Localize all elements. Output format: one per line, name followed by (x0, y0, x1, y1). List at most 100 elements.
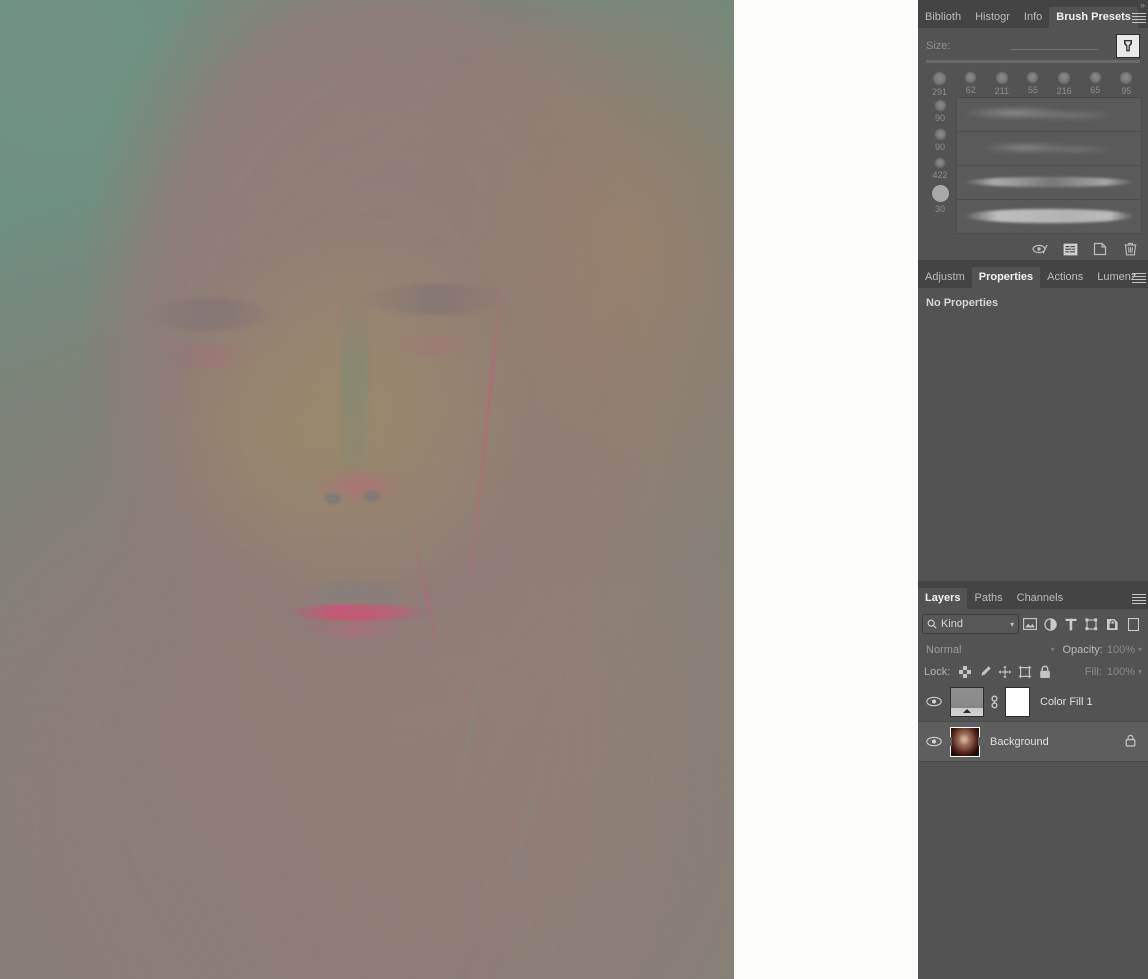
tab-properties[interactable]: Properties (971, 267, 1041, 288)
lock-all-icon[interactable] (1035, 663, 1055, 681)
brush-presets-panel: » Biblioth Histogr Info Brush Presets Si… (918, 0, 1148, 260)
layer-mask-thumbnail[interactable] (1005, 686, 1030, 717)
layer-kind-label: Kind (941, 618, 964, 630)
fill-value[interactable]: 100% (1107, 666, 1135, 678)
brush-size-label: Size: (926, 40, 951, 52)
brush-tip-size: 95 (1121, 86, 1132, 96)
lock-position-icon[interactable] (995, 663, 1015, 681)
filter-type-layers-icon[interactable] (1061, 615, 1082, 633)
tab-histogram[interactable]: Histogr (968, 7, 1017, 28)
layer-thumbnail[interactable] (950, 686, 984, 717)
layer-locked-icon (1125, 734, 1136, 750)
filter-adjustment-layers-icon[interactable] (1040, 615, 1061, 633)
layer-thumbnails[interactable] (950, 686, 1030, 717)
brush-tip-item[interactable]: 211 (986, 69, 1017, 97)
brush-stroke-size: 90 (934, 113, 945, 123)
layer-visibility-toggle[interactable] (918, 736, 950, 747)
hamburger-menu-icon[interactable] (1132, 11, 1146, 25)
chevron-down-icon[interactable]: ▾ (1138, 667, 1142, 676)
brush-tip-size: 62 (965, 85, 976, 95)
preset-manager-icon[interactable] (1062, 241, 1078, 257)
layer-row-color-fill[interactable]: Color Fill 1 (918, 682, 1148, 722)
brush-tip-size: 55 (1027, 85, 1038, 95)
tab-adjustments[interactable]: Adjustm (918, 267, 972, 288)
properties-panel: Adjustm Properties Actions Lumenz No Pro… (918, 260, 1148, 581)
brush-panel-footer (918, 238, 1148, 260)
lock-image-pixels-icon[interactable] (975, 663, 995, 681)
brush-stroke-list: 90 90 422 30 (918, 97, 1148, 238)
no-properties-message: No Properties (926, 297, 999, 309)
brush-size-slider[interactable] (918, 58, 1148, 69)
tab-actions[interactable]: Actions (1040, 267, 1090, 288)
hamburger-menu-icon[interactable] (1132, 271, 1146, 285)
brush-tip-grid: 291 62 211 55 216 65 95 (918, 69, 1148, 97)
brush-panel-tabbar: » Biblioth Histogr Info Brush Presets (918, 0, 1148, 28)
brush-tip-item[interactable]: 65 (1080, 69, 1111, 97)
layer-visibility-toggle[interactable] (918, 696, 950, 707)
brush-stroke-preview[interactable] (957, 132, 1141, 166)
blend-mode-select[interactable]: Normal ▾ (922, 641, 1058, 658)
brush-stroke-size: 30 (934, 204, 945, 214)
layer-thumbnail[interactable] (950, 726, 980, 757)
brush-stroke-previews (956, 97, 1142, 234)
filter-smart-object-icon[interactable] (1102, 615, 1123, 633)
properties-body: No Properties (918, 288, 1148, 581)
new-brush-preset-icon[interactable] (1092, 241, 1108, 257)
brush-size-input[interactable] (956, 39, 1116, 53)
chevron-down-icon[interactable]: ▾ (1050, 645, 1054, 654)
document-area (0, 0, 918, 979)
brush-tip-size: 211 (994, 86, 1010, 96)
opacity-label: Opacity: (1062, 643, 1103, 656)
brush-stroke-item[interactable]: 90 (924, 123, 956, 152)
layer-thumbnails[interactable] (950, 726, 980, 757)
image-canvas[interactable] (0, 0, 734, 979)
layer-filter-row: Kind ▾ (918, 609, 1148, 638)
layers-panel-tabbar: Layers Paths Channels (918, 581, 1148, 609)
tab-layers[interactable]: Layers (918, 588, 968, 609)
brush-stroke-item[interactable]: 90 (924, 97, 956, 123)
brush-tip-item[interactable]: 62 (955, 69, 986, 97)
collapse-panel-icon[interactable]: » (1140, 1, 1145, 10)
layers-empty-area[interactable] (918, 762, 1148, 932)
brush-stroke-preview[interactable] (957, 98, 1141, 132)
tab-libraries[interactable]: Biblioth (918, 7, 968, 28)
toggle-brush-preview-icon[interactable] (1032, 241, 1048, 257)
layer-name: Background (990, 735, 1049, 748)
brush-tip-size: 65 (1090, 85, 1101, 95)
brush-tip-item[interactable]: 55 (1017, 69, 1048, 97)
brush-stroke-item[interactable]: 422 (924, 152, 956, 180)
canvas-color-fill-overlay (0, 0, 734, 979)
tab-brush-presets[interactable]: Brush Presets (1049, 7, 1138, 28)
layer-kind-filter[interactable]: Kind ▾ (922, 614, 1020, 634)
layer-row-background[interactable]: Background (918, 722, 1148, 762)
filter-pixel-layers-icon[interactable] (1019, 615, 1040, 633)
lock-label: Lock: (924, 665, 951, 678)
tab-channels[interactable]: Channels (1010, 588, 1070, 609)
brush-tip-item[interactable]: 291 (924, 69, 955, 97)
tab-paths[interactable]: Paths (967, 588, 1009, 609)
lock-transparent-pixels-icon[interactable] (955, 663, 975, 681)
blend-mode-value: Normal (926, 643, 962, 656)
photoshop-window: » Biblioth Histogr Info Brush Presets Si… (0, 0, 1148, 979)
delete-brush-icon[interactable] (1122, 241, 1138, 257)
filter-toggle-icon[interactable] (1123, 615, 1144, 633)
brush-tip-item[interactable]: 95 (1111, 69, 1142, 97)
brush-stroke-preview[interactable] (957, 166, 1141, 200)
brush-tip-item[interactable]: 216 (1049, 69, 1080, 97)
brush-tip-size: 216 (1056, 86, 1072, 96)
chevron-down-icon[interactable]: ▾ (1138, 645, 1142, 654)
brush-stroke-size: 90 (934, 142, 945, 152)
panel-dock: » Biblioth Histogr Info Brush Presets Si… (918, 0, 1148, 979)
brush-tip-size: 291 (932, 87, 948, 97)
filter-shape-layers-icon[interactable] (1082, 615, 1103, 633)
tab-info[interactable]: Info (1017, 7, 1049, 28)
brush-stroke-preview[interactable] (957, 200, 1141, 233)
brush-stroke-item[interactable]: 30 (924, 180, 956, 214)
hamburger-menu-icon[interactable] (1132, 592, 1146, 606)
lock-artboard-nesting-icon[interactable] (1015, 663, 1035, 681)
brush-tip-preview-icon[interactable] (1116, 34, 1140, 58)
brush-stroke-sizes: 90 90 422 30 (924, 97, 956, 234)
opacity-value[interactable]: 100% (1107, 644, 1135, 656)
layer-mask-link-icon[interactable] (989, 695, 1000, 709)
chevron-down-icon[interactable]: ▾ (1010, 620, 1014, 629)
